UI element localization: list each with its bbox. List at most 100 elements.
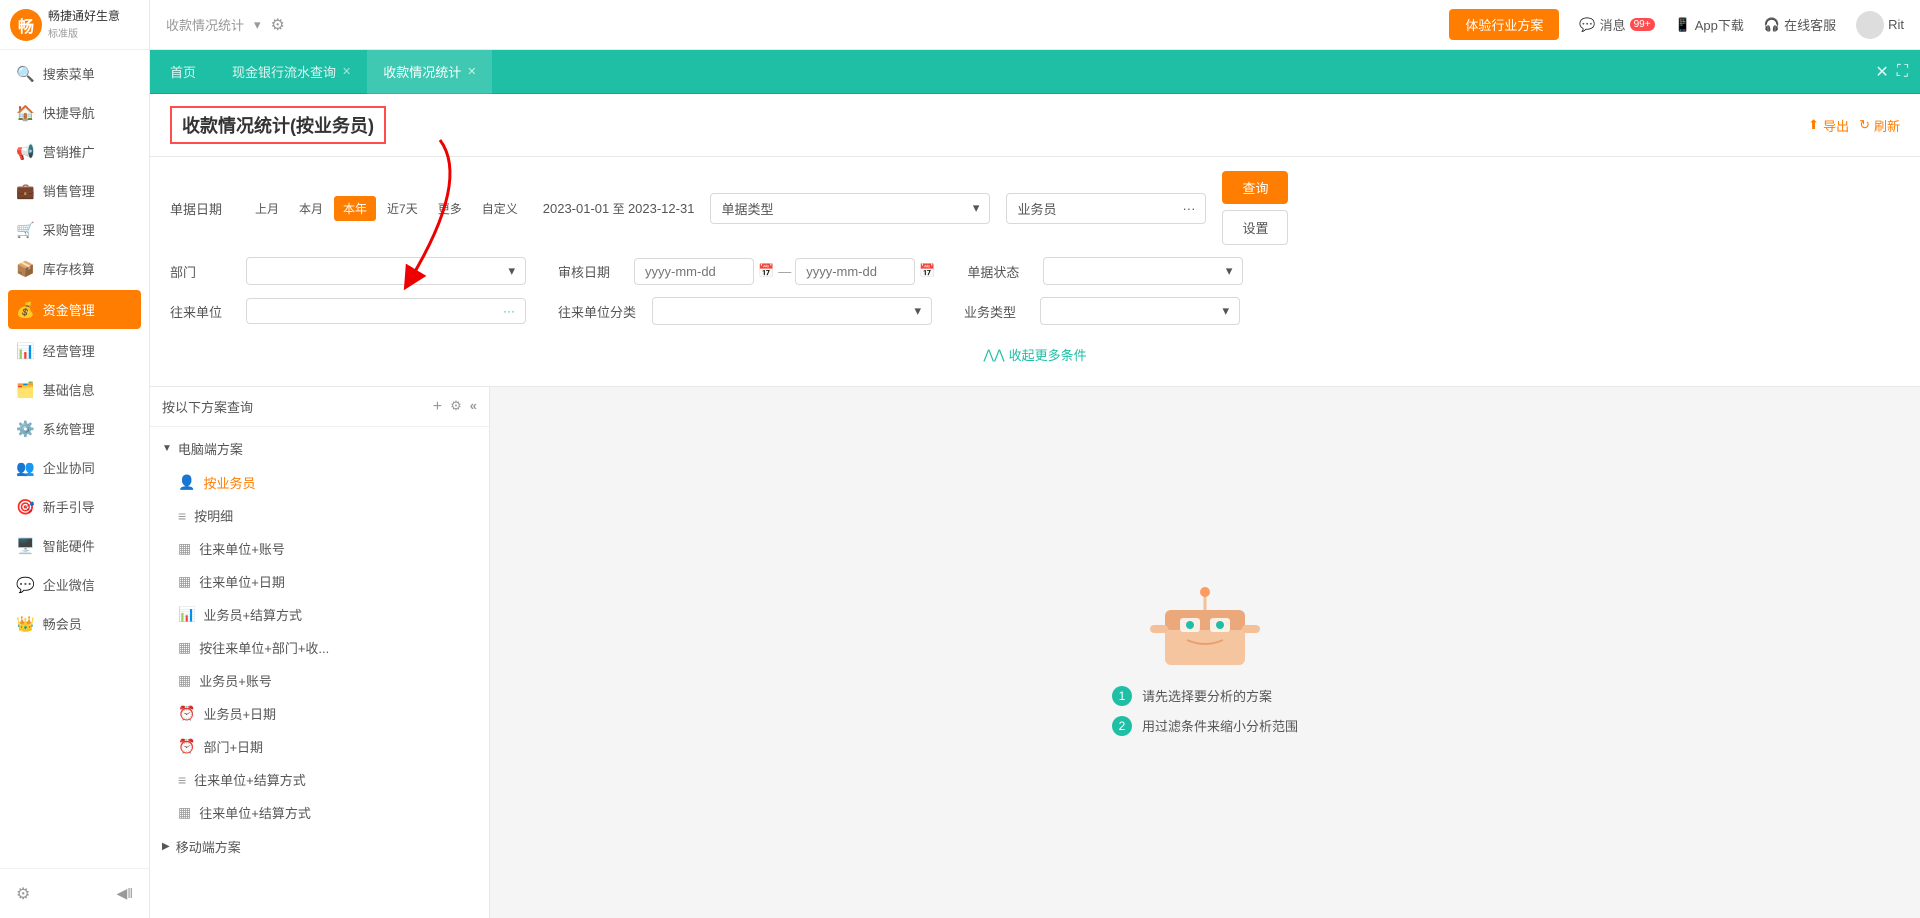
sidebar-item-sales[interactable]: 💼 销售管理 xyxy=(0,171,149,210)
sidebar-item-finance[interactable]: 💰 资金管理 xyxy=(8,290,141,329)
collapse-button[interactable]: ⋀⋀ 收起更多条件 xyxy=(170,337,1900,372)
left-panel-add-icon[interactable]: + xyxy=(433,398,442,416)
partner-category-label: 往来单位分类 xyxy=(558,302,636,321)
export-button[interactable]: ⬆ 导出 xyxy=(1808,116,1849,135)
sidebar-item-basic[interactable]: 🗂️ 基础信息 xyxy=(0,370,149,409)
setting-button[interactable]: 设置 xyxy=(1222,210,1288,245)
audit-date-end-input[interactable] xyxy=(795,258,915,285)
calendar-end-icon[interactable]: 📅 xyxy=(919,263,935,279)
scheme-label-partner-date: 往来单位+日期 xyxy=(199,572,285,591)
left-panel-body: ▼ 电脑端方案 👤 按业务员 ≡ 按明细 ▦ xyxy=(150,427,489,918)
sidebar-item-purchase[interactable]: 🛒 采购管理 xyxy=(0,210,149,249)
desktop-section-header[interactable]: ▼ 电脑端方案 xyxy=(150,431,489,466)
left-panel-settings-icon[interactable]: ⚙ xyxy=(450,398,462,416)
empty-steps: 1 请先选择要分析的方案 2 用过滤条件来缩小分析范围 xyxy=(1112,686,1298,736)
scheme-label-partner-calc1: 往来单位+结算方式 xyxy=(194,770,306,789)
sidebar-item-member[interactable]: 👑 畅会员 xyxy=(0,604,149,643)
salesperson-label: 业务员 xyxy=(1017,199,1056,218)
dept-select[interactable]: ▾ xyxy=(246,257,526,285)
biz-type-select[interactable]: ▾ xyxy=(1040,297,1240,325)
scheme-item-partner-calc1[interactable]: ≡ 往来单位+结算方式 xyxy=(150,763,489,796)
date-dash: — xyxy=(778,264,791,279)
date-tab-custom[interactable]: 自定义 xyxy=(473,196,527,221)
clock-icon-2: ⏰ xyxy=(178,738,195,755)
sidebar-item-guide[interactable]: 🎯 新手引导 xyxy=(0,487,149,526)
tab-home[interactable]: 首页 xyxy=(150,50,216,94)
sidebar-label-sales: 销售管理 xyxy=(43,181,95,200)
megaphone-icon: 📢 xyxy=(16,143,35,161)
scheme-item-partner-calc2[interactable]: ▦ 往来单位+结算方式 xyxy=(150,796,489,829)
step-num-1: 1 xyxy=(1112,686,1132,706)
scheme-item-salesperson-calc[interactable]: 📊 业务员+结算方式 xyxy=(150,598,489,631)
sidebar-item-inventory[interactable]: 📦 库存核算 xyxy=(0,249,149,288)
tab-receipts-close-icon[interactable]: ✕ xyxy=(467,65,476,78)
left-panel: 按以下方案查询 + ⚙ « ▼ 电脑端方案 xyxy=(150,387,490,918)
user-area[interactable]: Rit xyxy=(1856,11,1904,39)
partner-category-select[interactable]: ▾ xyxy=(652,297,932,325)
left-panel-collapse-icon[interactable]: « xyxy=(470,398,477,416)
sidebar-label-purchase: 采购管理 xyxy=(43,220,95,239)
date-end: 2023-12-31 xyxy=(628,201,695,216)
date-tab-this-year[interactable]: 本年 xyxy=(334,196,376,221)
online-service-item[interactable]: 🎧 在线客服 xyxy=(1764,15,1836,34)
scheme-item-partner-date[interactable]: ▦ 往来单位+日期 xyxy=(150,565,489,598)
partner-select[interactable]: ··· xyxy=(246,298,526,324)
tab-close-icon[interactable]: ✕ xyxy=(1875,62,1888,82)
salesperson-more-icon: ··· xyxy=(1182,201,1195,216)
box-icon: 📦 xyxy=(16,260,35,278)
scheme-item-salesperson-account[interactable]: ▦ 业务员+账号 xyxy=(150,664,489,697)
scheme-label-partner-calc2: 往来单位+结算方式 xyxy=(199,803,311,822)
step-text-1: 请先选择要分析的方案 xyxy=(1142,686,1272,705)
salesperson-select[interactable]: 业务员 ··· xyxy=(1006,193,1206,224)
mobile-section-header[interactable]: ▶ 移动端方案 xyxy=(150,829,489,864)
tab-bank[interactable]: 现金银行流水查询 ✕ xyxy=(216,50,367,94)
doc-type-select[interactable]: 单据类型 ▾ xyxy=(710,193,990,224)
audit-date-group: 📅 — 📅 xyxy=(634,258,935,285)
scheme-item-salesperson-date[interactable]: ⏰ 业务员+日期 xyxy=(150,697,489,730)
scheme-item-salesperson[interactable]: 👤 按业务员 xyxy=(150,466,489,499)
scheme-item-partner-dept[interactable]: ▦ 按往来单位+部门+收... xyxy=(150,631,489,664)
tab-bank-close-icon[interactable]: ✕ xyxy=(342,65,351,78)
sidebar-collapse-icon[interactable]: ◀‖ xyxy=(116,885,133,902)
team-icon: 👥 xyxy=(16,459,35,477)
calendar-start-icon[interactable]: 📅 xyxy=(758,263,774,279)
date-tab-more[interactable]: 更多 xyxy=(429,196,471,221)
date-tabs: 上月 本月 本年 近7天 更多 自定义 xyxy=(246,196,527,221)
tab-receipts[interactable]: 收款情况统计 ✕ xyxy=(367,50,492,94)
date-tab-this-month[interactable]: 本月 xyxy=(290,196,332,221)
query-button[interactable]: 查询 xyxy=(1222,171,1288,204)
content-wrapper: 按以下方案查询 + ⚙ « ▼ 电脑端方案 xyxy=(150,387,1920,918)
breadcrumb-dropdown-icon[interactable]: ▾ xyxy=(254,17,261,33)
trial-industry-button[interactable]: 体验行业方案 xyxy=(1449,9,1559,40)
header-settings-icon[interactable]: ⚙ xyxy=(271,15,285,35)
person-icon-2: ≡ xyxy=(178,772,186,788)
step-text-2: 用过滤条件来缩小分析范围 xyxy=(1142,716,1298,735)
partner-label: 往来单位 xyxy=(170,302,230,321)
sidebar-label-finance: 资金管理 xyxy=(43,300,95,319)
sidebar-item-wechat[interactable]: 💬 企业微信 xyxy=(0,565,149,604)
empty-illustration xyxy=(1145,570,1265,670)
sidebar-item-hardware[interactable]: 🖥️ 智能硬件 xyxy=(0,526,149,565)
sidebar-item-quicknav[interactable]: 🏠 快捷导航 xyxy=(0,93,149,132)
sidebar-item-corp[interactable]: 👥 企业协同 xyxy=(0,448,149,487)
scheme-item-detail[interactable]: ≡ 按明细 xyxy=(150,499,489,532)
tab-expand-icon[interactable]: ⛶ xyxy=(1897,63,1908,81)
message-item[interactable]: 💬 消息 99+ xyxy=(1579,15,1654,34)
sidebar-settings-icon[interactable]: ⚙ xyxy=(16,884,30,904)
sidebar-item-operation[interactable]: 📊 经营管理 xyxy=(0,331,149,370)
desktop-arrow-icon: ▼ xyxy=(162,443,172,454)
date-tab-7days[interactable]: 近7天 xyxy=(378,196,427,221)
audit-date-start-input[interactable] xyxy=(634,258,754,285)
partner-more-icon[interactable]: ··· xyxy=(503,304,515,318)
sidebar-item-system[interactable]: ⚙️ 系统管理 xyxy=(0,409,149,448)
sidebar-item-search[interactable]: 🔍 搜索菜单 xyxy=(0,54,149,93)
message-label: 消息 xyxy=(1600,15,1626,34)
sidebar-item-marketing[interactable]: 📢 营销推广 xyxy=(0,132,149,171)
doc-status-select[interactable]: ▾ xyxy=(1043,257,1243,285)
app-download-item[interactable]: 📱 App下载 xyxy=(1675,15,1744,34)
date-tab-last-month[interactable]: 上月 xyxy=(246,196,288,221)
sidebar-label-marketing: 营销推广 xyxy=(43,142,95,161)
refresh-button[interactable]: ↻ 刷新 xyxy=(1859,116,1900,135)
scheme-item-dept-date[interactable]: ⏰ 部门+日期 xyxy=(150,730,489,763)
scheme-item-partner-account[interactable]: ▦ 往来单位+账号 xyxy=(150,532,489,565)
